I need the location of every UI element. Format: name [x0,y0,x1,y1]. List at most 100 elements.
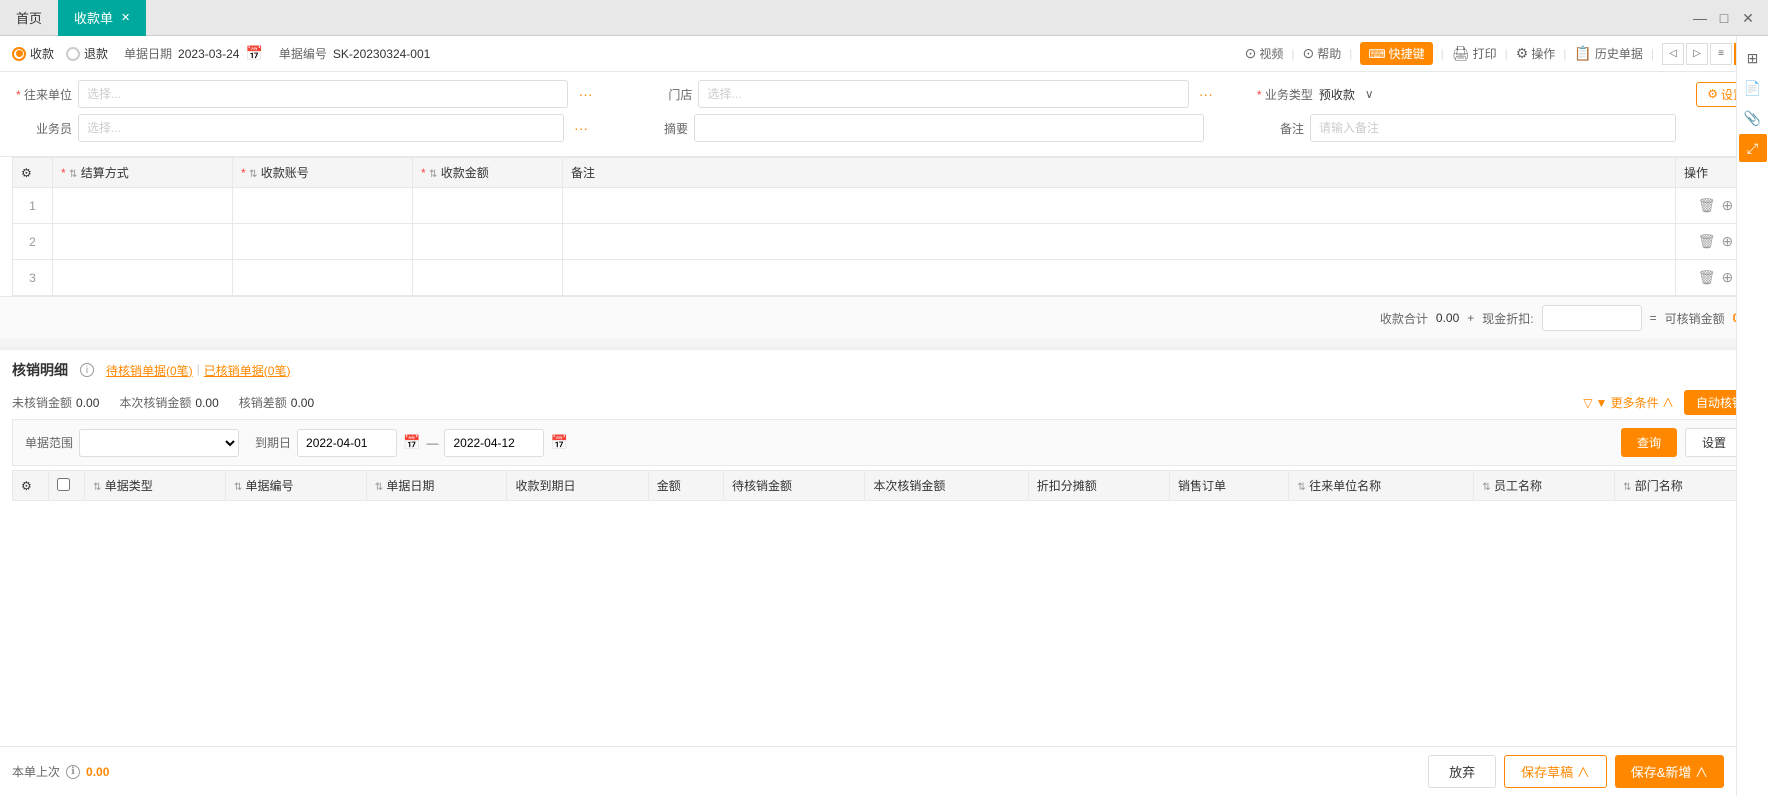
business-type-field: 业务类型 预收款 ∨ [1253,86,1688,103]
more-conditions[interactable]: ▽ ▼ 更多条件 ∧ [1583,394,1674,411]
row-1-settlement-input[interactable] [61,194,224,217]
date-label: 单据日期 [124,45,172,62]
sort-icon-settlement[interactable]: ⇅ [69,169,77,180]
salesperson-more[interactable]: ··· [574,120,588,136]
sidebar-icon-doc[interactable]: 📄 [1739,74,1767,102]
row-2-copy-icon[interactable]: ⊕ [1722,233,1734,250]
layout-list[interactable]: ≡ [1710,43,1732,65]
action-history[interactable]: 📋 历史单据 [1574,45,1642,62]
row-1-delete-icon[interactable]: 🗑 [1698,197,1716,214]
date-to-icon[interactable]: 📅 [550,434,567,451]
row-1-account-input[interactable] [241,194,404,217]
footer-info-label: 本单上次 [12,763,60,780]
row-3-remark[interactable] [563,260,1676,296]
sort-employee-icon[interactable]: ⇅ [1482,482,1490,493]
sort-dept-icon[interactable]: ⇅ [1623,482,1631,493]
sidebar-icon-table[interactable]: ⊞ [1739,44,1767,72]
action-video[interactable]: ⊙ 视频 [1245,45,1284,62]
action-print-label: 打印 [1473,45,1497,62]
row-1-num: 1 [13,188,53,224]
row-3-delete-icon[interactable]: 🗑 [1698,269,1716,286]
action-print[interactable]: 🖨 打印 [1452,45,1497,62]
data-table: ⚙ ⇅ 结算方式 ⇅ 收款账号 ⇅ 收款金额 [12,157,1756,296]
store-input[interactable] [698,80,1188,108]
row-3-account[interactable] [233,260,413,296]
row-2-account[interactable] [233,224,413,260]
sort-counterparty-icon[interactable]: ⇅ [1297,482,1305,493]
due-date-label: 到期日 [255,434,291,451]
row-1-remark-input[interactable] [571,194,1667,217]
row-3-copy-icon[interactable]: ⊕ [1722,269,1734,286]
discount-input[interactable] [1542,305,1642,331]
sort-type-icon[interactable]: ⇅ [93,482,101,493]
close-button[interactable]: ✕ [1740,10,1756,26]
minimize-button[interactable]: — [1692,10,1708,26]
row-1-remark[interactable] [563,188,1676,224]
sort-date-icon[interactable]: ⇅ [375,482,383,493]
row-3-amount[interactable] [413,260,563,296]
right-controls: ▽ ▼ 更多条件 ∧ 自动核销 [1583,390,1756,415]
counterparty-more[interactable]: ··· [578,86,592,102]
due-date-from[interactable] [297,429,397,457]
save-draft-button[interactable]: 保存草稿 ∧ [1504,755,1607,788]
net-label: 可核销金额 [1665,310,1725,327]
save-new-button[interactable]: 保存&新增 ∧ [1615,755,1724,788]
row-2-remark[interactable] [563,224,1676,260]
action-operate[interactable]: ⚙ 操作 [1516,45,1556,62]
reconcile-info-icon[interactable]: i [80,363,94,377]
row-1-copy-icon[interactable]: ⊕ [1722,197,1734,214]
footer-info-icon[interactable]: ℹ [66,765,80,779]
table-header-settlement: ⇅ 结算方式 [53,158,233,188]
row-2-delete-icon[interactable]: 🗑 [1698,233,1716,250]
row-2-amount[interactable] [413,224,563,260]
radio-refund[interactable]: 退款 [66,45,108,62]
filter-icon: ▽ [1583,396,1592,410]
stat-unreconciled-value: 0.00 [76,396,99,410]
due-date-to[interactable] [444,429,544,457]
summary-input[interactable] [694,114,1204,142]
business-type-arrow[interactable]: ∨ [1365,87,1374,101]
layout-next[interactable]: ▷ [1686,43,1708,65]
tab-home[interactable]: 首页 [0,0,58,36]
layout-prev[interactable]: ◁ [1662,43,1684,65]
footer-bar: 本单上次 ℹ 0.00 放弃 保存草稿 ∧ 保存&新增 ∧ [0,746,1736,796]
filter-setting-button[interactable]: 设置 [1685,428,1743,457]
row-2-settlement[interactable] [53,224,233,260]
bottom-header-gear[interactable]: ⚙ [13,471,49,501]
date-icon[interactable]: 📅 [245,45,262,62]
stat-this-time: 本次核销金额 0.00 [119,394,218,411]
sort-icon-amount[interactable]: ⇅ [429,169,437,180]
row-3-settlement[interactable] [53,260,233,296]
table-header-gear[interactable]: ⚙ [13,158,53,188]
tab-receipt[interactable]: 收款单 ✕ [58,0,146,36]
table-header-remark: 备注 [563,158,1676,188]
maximize-button[interactable]: □ [1716,10,1732,26]
row-1-account[interactable] [233,188,413,224]
summary-row: 收款合计 0.00 + 现金折扣: = 可核销金额 0.00 [0,296,1768,339]
query-button[interactable]: 查询 [1621,428,1677,457]
store-more[interactable]: ··· [1199,86,1213,102]
counterparty-input[interactable] [78,80,568,108]
sort-icon-account[interactable]: ⇅ [249,169,257,180]
reconcile-tab-done[interactable]: 已核销单据(0笔) [204,362,291,379]
radio-receipt[interactable]: 收款 [12,45,54,62]
sidebar-icon-expand[interactable]: ⤢ [1739,134,1767,162]
row-1-amount-input[interactable] [421,194,554,217]
sidebar-icon-attach[interactable]: 📎 [1739,104,1767,132]
action-shortcut[interactable]: ⌨ 快捷键 [1360,42,1432,65]
action-help[interactable]: ⊙ 帮助 [1302,45,1341,62]
salesperson-input[interactable] [78,114,564,142]
row-1-settlement[interactable] [53,188,233,224]
select-all-checkbox[interactable] [57,478,70,491]
number-label: 单据编号 [279,45,327,62]
row-1-amount[interactable] [413,188,563,224]
number-field: 单据编号 SK-20230324-001 [279,45,430,62]
date-from-icon[interactable]: 📅 [403,434,420,451]
range-select[interactable] [79,429,239,457]
sort-number-icon[interactable]: ⇅ [234,482,242,493]
reconcile-tab-pending[interactable]: 待核销单据(0笔) [106,362,193,379]
discard-button[interactable]: 放弃 [1428,755,1496,788]
tab-receipt-close[interactable]: ✕ [121,11,130,24]
stat-diff: 核销差额 0.00 [239,394,314,411]
remark-input[interactable] [1310,114,1676,142]
